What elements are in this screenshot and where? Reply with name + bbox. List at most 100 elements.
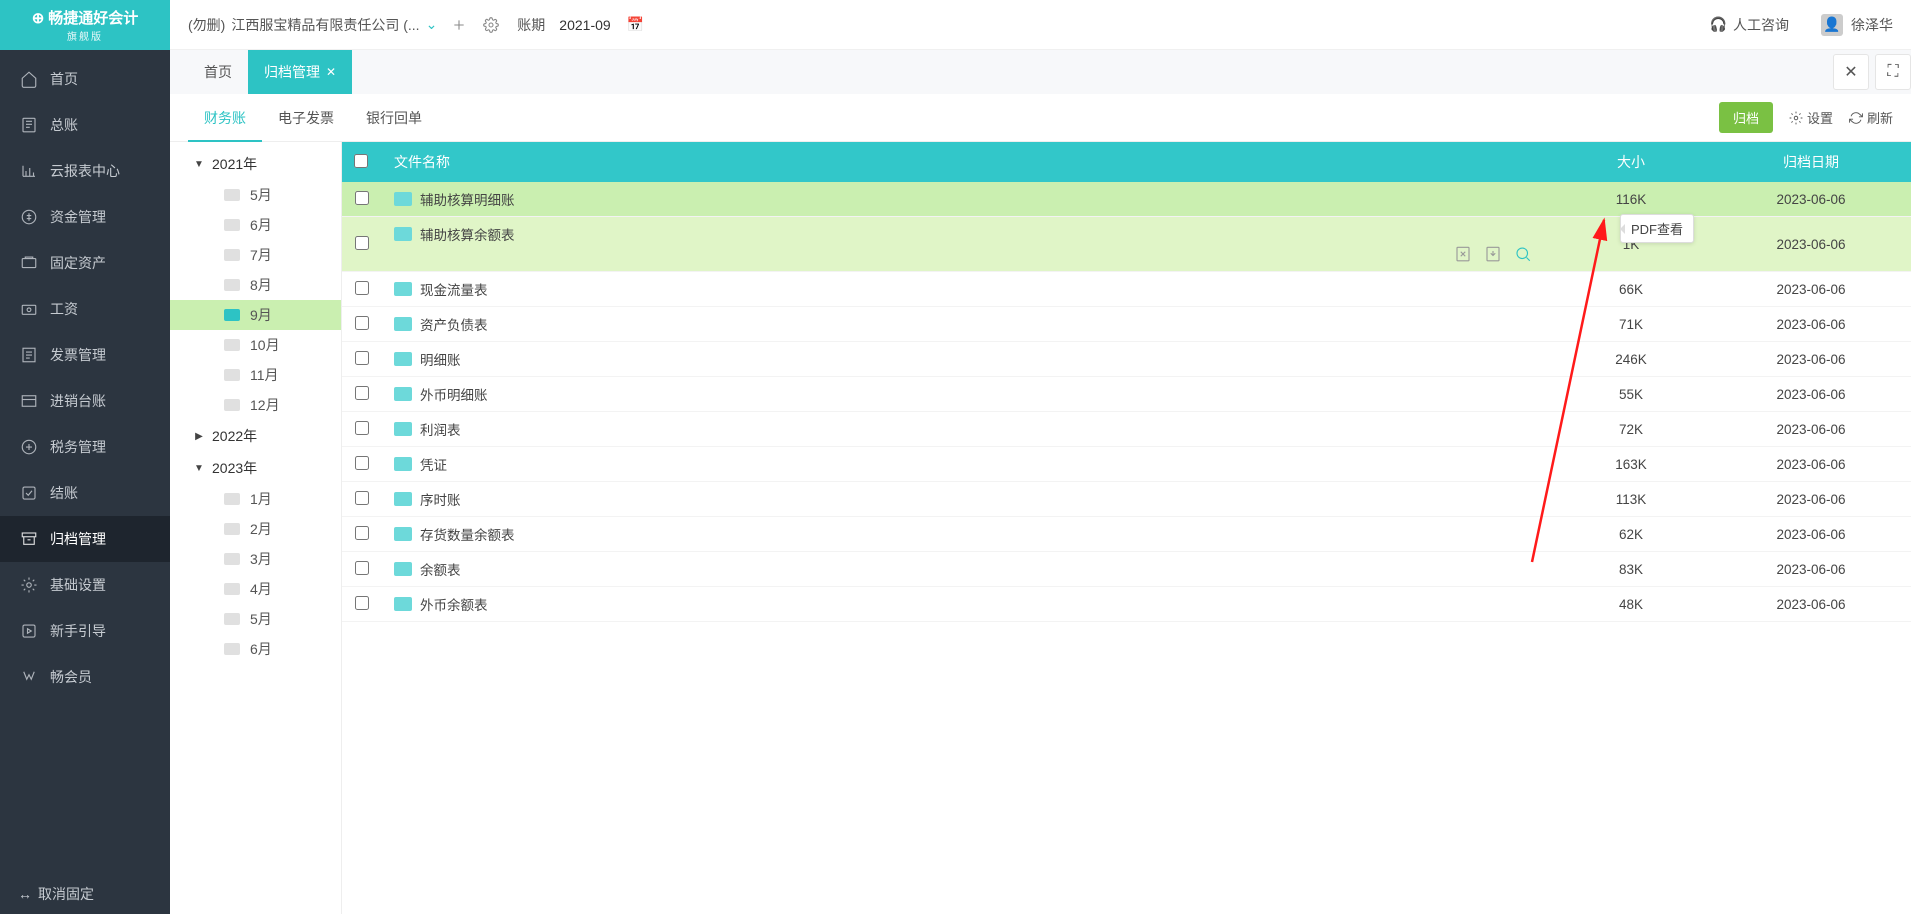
row-checkbox[interactable] bbox=[355, 351, 369, 365]
sidebar-item-fund[interactable]: 资金管理 bbox=[0, 194, 170, 240]
file-size: 163K bbox=[1551, 447, 1711, 482]
consult-link[interactable]: 🎧 人工咨询 bbox=[1710, 15, 1789, 35]
subtab[interactable]: 电子发票 bbox=[262, 98, 350, 141]
tree-year[interactable]: ▼2023年 bbox=[170, 452, 341, 484]
tree-month[interactable]: 5月 bbox=[170, 604, 341, 634]
row-checkbox[interactable] bbox=[355, 191, 369, 205]
tree-month[interactable]: 5月 bbox=[170, 180, 341, 210]
sidebar-unpin[interactable]: ↔ 取消固定 bbox=[0, 874, 170, 914]
period-value[interactable]: 2021-09 bbox=[559, 17, 610, 33]
row-checkbox[interactable] bbox=[355, 596, 369, 610]
add-button[interactable] bbox=[449, 15, 469, 35]
table-row[interactable]: 现金流量表66K2023-06-06 bbox=[342, 272, 1911, 307]
fund-icon bbox=[20, 208, 38, 226]
table-row[interactable]: 序时账113K2023-06-06 bbox=[342, 482, 1911, 517]
folder-icon bbox=[224, 279, 240, 291]
sidebar-item-settings[interactable]: 基础设置 bbox=[0, 562, 170, 608]
row-checkbox[interactable] bbox=[355, 526, 369, 540]
table-row[interactable]: 利润表72K2023-06-06 bbox=[342, 412, 1911, 447]
home-icon bbox=[20, 70, 38, 88]
file-size: 72K bbox=[1551, 412, 1711, 447]
table-row[interactable]: 余额表83K2023-06-06 bbox=[342, 552, 1911, 587]
sidebar-item-inout[interactable]: 进销台账 bbox=[0, 378, 170, 424]
file-size: 55K bbox=[1551, 377, 1711, 412]
archive-icon bbox=[20, 530, 38, 548]
file-size: 83K bbox=[1551, 552, 1711, 587]
table-row[interactable]: 资产负债表71K2023-06-06 bbox=[342, 307, 1911, 342]
sidebar-item-guide[interactable]: 新手引导 bbox=[0, 608, 170, 654]
folder-icon bbox=[224, 613, 240, 625]
table-row[interactable]: 凭证163K2023-06-06 bbox=[342, 447, 1911, 482]
view-pdf-icon[interactable] bbox=[1513, 244, 1533, 264]
sidebar-item-close[interactable]: 结账 bbox=[0, 470, 170, 516]
table-row[interactable]: 存货数量余额表62K2023-06-06 bbox=[342, 517, 1911, 552]
sidebar-item-archive[interactable]: 归档管理 bbox=[0, 516, 170, 562]
row-checkbox[interactable] bbox=[355, 281, 369, 295]
folder-icon bbox=[224, 189, 240, 201]
tree-month[interactable]: 12月 bbox=[170, 390, 341, 420]
tree-month[interactable]: 10月 bbox=[170, 330, 341, 360]
consult-label: 人工咨询 bbox=[1733, 15, 1789, 35]
sidebar-item-report[interactable]: 云报表中心 bbox=[0, 148, 170, 194]
tab[interactable]: 归档管理✕ bbox=[248, 50, 352, 94]
close-tab-button[interactable]: ✕ bbox=[1833, 54, 1869, 90]
download-excel-icon[interactable] bbox=[1453, 244, 1473, 264]
calendar-icon[interactable]: 📅 bbox=[627, 16, 644, 33]
close-icon[interactable]: ✕ bbox=[326, 65, 336, 79]
row-checkbox[interactable] bbox=[355, 316, 369, 330]
header-date: 归档日期 bbox=[1711, 142, 1911, 182]
sidebar-item-invoice[interactable]: 发票管理 bbox=[0, 332, 170, 378]
tree-month[interactable]: 7月 bbox=[170, 240, 341, 270]
user-menu[interactable]: 👤 徐泽华 bbox=[1821, 14, 1893, 36]
archive-button[interactable]: 归档 bbox=[1719, 102, 1773, 133]
tree-month[interactable]: 4月 bbox=[170, 574, 341, 604]
tree-month[interactable]: 2月 bbox=[170, 514, 341, 544]
file-date: 2023-06-06 bbox=[1711, 482, 1911, 517]
tree-month[interactable]: 6月 bbox=[170, 634, 341, 664]
header-checkbox[interactable] bbox=[342, 142, 382, 182]
sidebar-item-label: 发票管理 bbox=[50, 345, 106, 365]
tree-year[interactable]: ▼2021年 bbox=[170, 148, 341, 180]
sidebar-item-home[interactable]: 首页 bbox=[0, 56, 170, 102]
subtab[interactable]: 财务账 bbox=[188, 98, 262, 142]
table-row[interactable]: 外币余额表48K2023-06-06 bbox=[342, 587, 1911, 622]
sidebar-item-label: 结账 bbox=[50, 483, 78, 503]
row-checkbox[interactable] bbox=[355, 386, 369, 400]
sidebar-item-asset[interactable]: 固定资产 bbox=[0, 240, 170, 286]
fullscreen-button[interactable]: ⛶ bbox=[1875, 54, 1911, 90]
tree-month[interactable]: 9月 bbox=[170, 300, 341, 330]
refresh-link[interactable]: 刷新 bbox=[1849, 108, 1893, 127]
sidebar-item-salary[interactable]: 工资 bbox=[0, 286, 170, 332]
gear-icon[interactable] bbox=[481, 15, 501, 35]
table-row[interactable]: 辅助核算明细账116K2023-06-06 bbox=[342, 182, 1911, 217]
subtab[interactable]: 银行回单 bbox=[350, 98, 438, 141]
folder-icon bbox=[224, 399, 240, 411]
sidebar-item-ledger[interactable]: 总账 bbox=[0, 102, 170, 148]
tree-month[interactable]: 1月 bbox=[170, 484, 341, 514]
tab[interactable]: 首页 bbox=[188, 50, 248, 94]
row-checkbox[interactable] bbox=[355, 421, 369, 435]
company-selector[interactable]: (勿删) 江西服宝精品有限责任公司 (... ⌄ bbox=[188, 15, 437, 35]
sidebar-item-label: 新手引导 bbox=[50, 621, 106, 641]
sidebar-item-tax[interactable]: 税务管理 bbox=[0, 424, 170, 470]
table-row[interactable]: 外币明细账55K2023-06-06 bbox=[342, 377, 1911, 412]
folder-icon bbox=[394, 282, 412, 296]
table-row[interactable]: 明细账246K2023-06-06 bbox=[342, 342, 1911, 377]
tree-month[interactable]: 6月 bbox=[170, 210, 341, 240]
row-checkbox[interactable] bbox=[355, 236, 369, 250]
row-checkbox[interactable] bbox=[355, 491, 369, 505]
settings-link[interactable]: 设置 bbox=[1789, 108, 1833, 127]
tree-year[interactable]: ▶2022年 bbox=[170, 420, 341, 452]
row-checkbox[interactable] bbox=[355, 456, 369, 470]
folder-icon bbox=[224, 523, 240, 535]
tree-month-label: 2月 bbox=[250, 519, 272, 539]
pin-icon: ↔ bbox=[18, 886, 32, 902]
folder-icon bbox=[224, 219, 240, 231]
tree-month[interactable]: 3月 bbox=[170, 544, 341, 574]
row-checkbox[interactable] bbox=[355, 561, 369, 575]
download-pdf-icon[interactable] bbox=[1483, 244, 1503, 264]
tree-month[interactable]: 11月 bbox=[170, 360, 341, 390]
period-label: 账期 bbox=[517, 15, 545, 35]
tree-month[interactable]: 8月 bbox=[170, 270, 341, 300]
sidebar-item-member[interactable]: 畅会员 bbox=[0, 654, 170, 700]
